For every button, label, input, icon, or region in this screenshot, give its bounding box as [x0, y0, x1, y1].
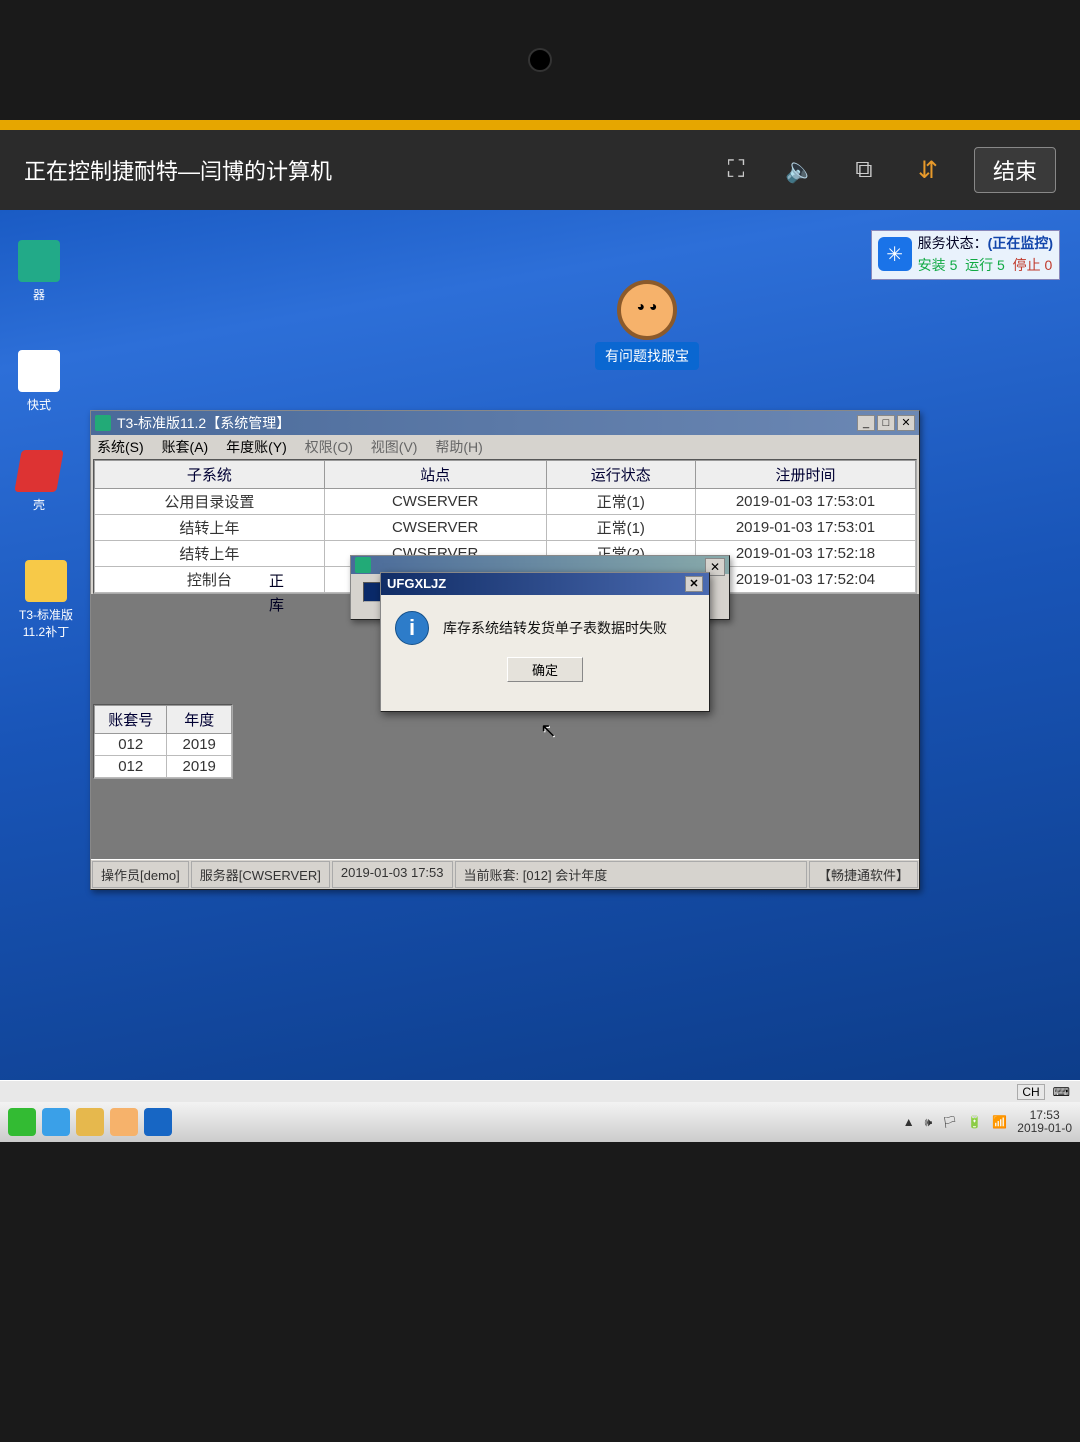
- end-session-button[interactable]: 结束: [974, 147, 1056, 193]
- status-operator: 操作员[demo]: [92, 861, 189, 888]
- menu-permission[interactable]: 权限(O): [305, 439, 353, 455]
- app-icon: [18, 350, 60, 392]
- ok-button[interactable]: 确定: [507, 657, 583, 682]
- progress-side-labels: 正 库: [269, 570, 284, 618]
- tray-icon[interactable]: 📶: [992, 1115, 1007, 1129]
- status-server: 服务器[CWSERVER]: [191, 861, 330, 888]
- taskbar: ▲ 🕪 🏳 🔋 📶 17:53 2019-01-0: [0, 1102, 1080, 1142]
- service-status-badge[interactable]: ✳ 服务状态：(正在监控) 安装 5 运行 5 停止 0: [871, 230, 1060, 280]
- desktop-icon-2[interactable]: 快式: [4, 350, 74, 413]
- remote-desktop: ✳ 服务状态：(正在监控) 安装 5 运行 5 停止 0 有问题找服宝 器 快式…: [0, 210, 1080, 1080]
- col-subsystem: 子系统: [95, 461, 325, 489]
- tray-icon[interactable]: ▲: [903, 1115, 915, 1129]
- desktop-folder-patch[interactable]: T3-标准版 11.2补丁: [4, 560, 88, 640]
- system-tray[interactable]: ▲ 🕪 🏳 🔋 📶 17:53 2019-01-0: [903, 1109, 1072, 1135]
- assistant-monkey[interactable]: 有问题找服宝: [595, 280, 699, 370]
- service-status-title: 服务状态：(正在监控): [918, 233, 1053, 253]
- account-table: 账套号 年度 0122019 0122019: [93, 704, 233, 779]
- remote-status-text: 正在控制捷耐特—闫博的计算机: [24, 154, 332, 186]
- status-bar: 操作员[demo] 服务器[CWSERVER] 2019-01-03 17:53…: [91, 859, 919, 889]
- tray-icon[interactable]: 🏳: [942, 1115, 957, 1129]
- fullscreen-icon[interactable]: ⛶: [718, 152, 754, 188]
- service-icon: ✳: [878, 237, 912, 271]
- error-dialog: UFGXLJZ ✕ i 库存系统结转发货单子表数据时失败 确定: [380, 572, 710, 712]
- status-current: 当前账套: [012] 会计年度: [455, 861, 807, 888]
- mouse-cursor-icon: ↖: [540, 718, 557, 743]
- table-row[interactable]: 结转上年CWSERVER正常(1)2019-01-03 17:53:01: [95, 515, 916, 541]
- menu-view[interactable]: 视图(V): [371, 439, 418, 455]
- laptop-bezel-bottom: [0, 1142, 1080, 1442]
- taskbar-app-assistant[interactable]: [110, 1108, 138, 1136]
- table-row[interactable]: 公用目录设置CWSERVER正常(1)2019-01-03 17:53:01: [95, 489, 916, 515]
- col-site: 站点: [324, 461, 546, 489]
- status-brand: 【畅捷通软件】: [809, 861, 918, 888]
- laptop-bezel-top: [0, 0, 1080, 120]
- lang-indicator[interactable]: CH: [1017, 1084, 1044, 1100]
- maximize-button[interactable]: □: [877, 415, 895, 431]
- taskbar-clock[interactable]: 17:53 2019-01-0: [1017, 1109, 1072, 1135]
- remote-control-bar: 正在控制捷耐特—闫博的计算机 ⛶ 🔈 ⧉ ⇵ 结束: [0, 130, 1080, 210]
- window-title: T3-标准版11.2【系统管理】: [117, 413, 290, 433]
- taskbar-app-browser[interactable]: [144, 1108, 172, 1136]
- close-button[interactable]: ✕: [897, 415, 915, 431]
- col-account-no: 账套号: [95, 706, 167, 734]
- col-state: 运行状态: [546, 461, 696, 489]
- col-time: 注册时间: [696, 461, 916, 489]
- webcam-icon: [528, 48, 552, 72]
- monkey-icon: [617, 280, 677, 340]
- assistant-monkey-label: 有问题找服宝: [595, 342, 699, 370]
- keyboard-icon[interactable]: ⌨: [1053, 1085, 1070, 1099]
- info-icon: i: [395, 611, 429, 645]
- tray-icon[interactable]: 🕪: [925, 1115, 933, 1130]
- desktop-icon-1[interactable]: 器: [4, 240, 74, 303]
- dialog-title: UFGXLJZ: [387, 576, 446, 592]
- table-row[interactable]: 0122019: [95, 734, 232, 756]
- window-titlebar[interactable]: T3-标准版11.2【系统管理】 _ □ ✕: [91, 411, 919, 435]
- menu-account[interactable]: 账套(A): [162, 439, 209, 455]
- taskbar-app-explorer[interactable]: [76, 1108, 104, 1136]
- menu-help[interactable]: 帮助(H): [435, 439, 482, 455]
- app-icon: [355, 557, 371, 573]
- service-status-counts: 安装 5 运行 5 停止 0: [918, 255, 1053, 275]
- app-icon: [18, 240, 60, 282]
- taskbar-app-ie[interactable]: [42, 1108, 70, 1136]
- app-icon: [95, 415, 111, 431]
- menu-year[interactable]: 年度账(Y): [226, 439, 287, 455]
- col-year: 年度: [167, 706, 232, 734]
- minimize-button[interactable]: _: [857, 415, 875, 431]
- status-datetime: 2019-01-03 17:53: [332, 861, 453, 888]
- speaker-icon[interactable]: 🔈: [782, 152, 818, 188]
- dialog-message: 库存系统结转发货单子表数据时失败: [443, 618, 667, 638]
- table-row[interactable]: 0122019: [95, 756, 232, 778]
- app-icon: [14, 450, 63, 492]
- accent-strip: [0, 120, 1080, 130]
- folder-icon: [25, 560, 67, 602]
- language-bar[interactable]: CH ⌨: [0, 1080, 1080, 1102]
- pin-icon[interactable]: ⇵: [910, 152, 946, 188]
- desktop-icon-3[interactable]: 壳: [4, 450, 74, 513]
- menu-bar: 系统(S) 账套(A) 年度账(Y) 权限(O) 视图(V) 帮助(H): [91, 435, 919, 459]
- dialog-close-button[interactable]: ✕: [685, 576, 703, 592]
- send-to-screen-icon[interactable]: ⧉: [846, 152, 882, 188]
- tray-icon[interactable]: 🔋: [967, 1115, 982, 1129]
- menu-system[interactable]: 系统(S): [97, 439, 144, 455]
- dialog-titlebar[interactable]: UFGXLJZ ✕: [381, 573, 709, 595]
- start-button[interactable]: [8, 1108, 36, 1136]
